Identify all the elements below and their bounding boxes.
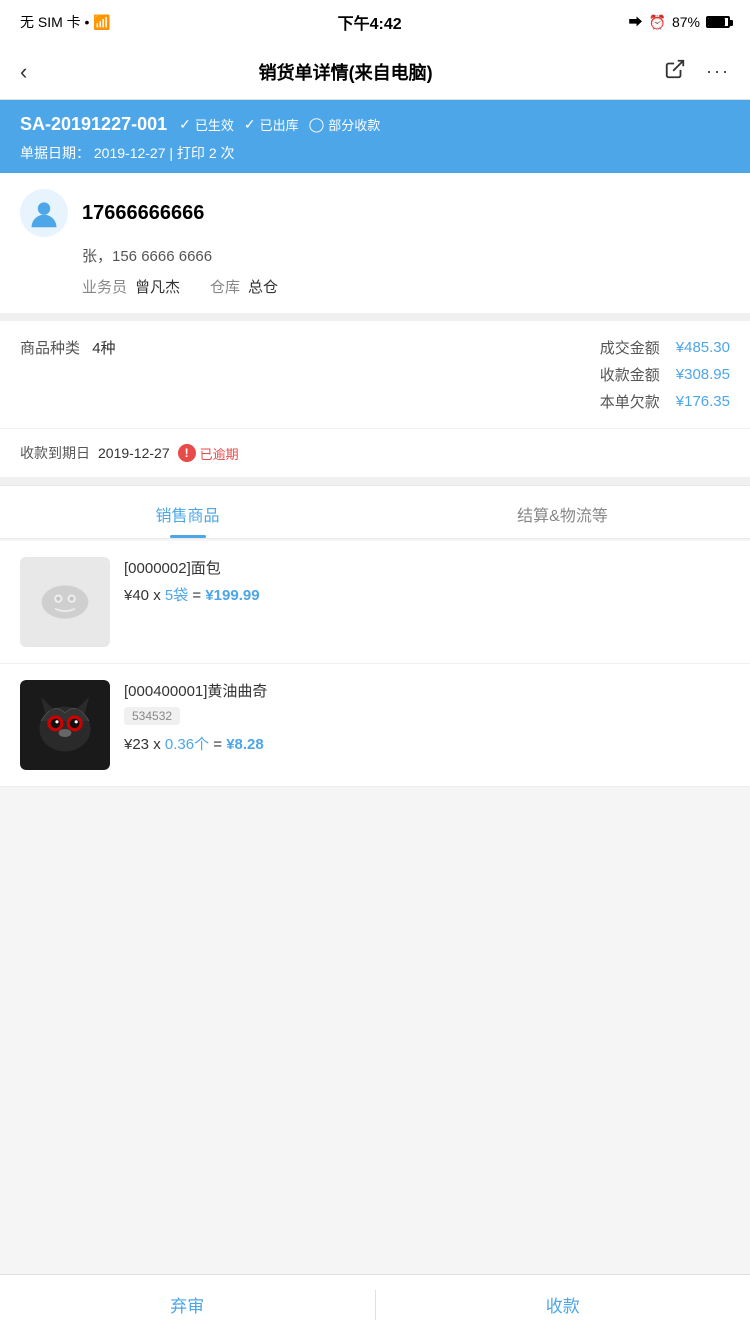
overdue-warning-icon: ! (178, 444, 196, 462)
product-thumb-2 (20, 680, 110, 770)
bottom-bar: 弃审 收款 (0, 1274, 750, 1334)
customer-section: 17666666666 张，156 6666 6666 业务员 曾凡杰 仓库 总… (0, 173, 750, 313)
status-time: 下午4:42 (338, 10, 402, 34)
alarm-icon: ⏰ (649, 14, 666, 31)
warehouse-info: 仓库 总仓 (210, 276, 278, 297)
due-date-section: 收款到期日 2019-12-27 ! 已逾期 (0, 428, 750, 477)
debt-row: 本单欠款 ¥176.35 (600, 391, 730, 412)
check-icon: ✓ (179, 116, 191, 133)
tabs-section: 销售商品 结算&物流等 (0, 485, 750, 539)
status-bar: 无 SIM 卡 • 📶 下午4:42 ⮕ ⏰ 87% (0, 0, 750, 44)
product-price-2: ¥23 x 0.36个 = ¥8.28 (124, 733, 730, 754)
order-header-banner: SA-20191227-001 ✓ 已生效 ✓ 已出库 ◯ 部分收款 单据日期：… (0, 100, 750, 173)
collect-payment-button[interactable]: 收款 (376, 1276, 750, 1333)
customer-meta: 业务员 曾凡杰 仓库 总仓 (82, 276, 730, 297)
battery-icon (706, 16, 730, 28)
cancel-review-button[interactable]: 弃审 (0, 1276, 375, 1333)
order-date: 单据日期： 2019-12-27 | 打印 2 次 (20, 143, 730, 163)
customer-detail: 张，156 6666 6666 (82, 245, 730, 266)
status-right: ⮕ ⏰ 87% (629, 12, 730, 32)
product-item-1: [0000002]面包 ¥40 x 5袋 = ¥199.99 (0, 541, 750, 664)
order-badges: ✓ 已生效 ✓ 已出库 ◯ 部分收款 (179, 115, 380, 134)
clock-icon: ◯ (309, 116, 325, 133)
section-divider-2 (0, 477, 750, 485)
tab-settlement[interactable]: 结算&物流等 (375, 486, 750, 538)
more-icon[interactable]: ··· (706, 61, 730, 82)
tab-sales-products[interactable]: 销售商品 (0, 486, 375, 538)
overdue-badge: ! 已逾期 (178, 444, 239, 463)
product-info-2: [000400001]黄油曲奇 534532 ¥23 x 0.36个 = ¥8.… (124, 680, 730, 754)
amount-row: 成交金额 ¥485.30 (600, 337, 730, 358)
badge-effective: ✓ 已生效 (179, 115, 234, 134)
battery-text: 87% (672, 14, 700, 30)
received-row: 收款金额 ¥308.95 (600, 364, 730, 385)
badge-partial-payment: ◯ 部分收款 (309, 115, 381, 134)
customer-avatar (20, 189, 68, 237)
salesman-info: 业务员 曾凡杰 (82, 276, 180, 297)
customer-phone: 17666666666 (82, 202, 204, 225)
product-name-2: [000400001]黄油曲奇 (124, 680, 730, 701)
product-sku-2: 534532 (124, 707, 180, 725)
section-divider-1 (0, 313, 750, 321)
nav-actions: ··· (664, 58, 730, 86)
product-name-1: [0000002]面包 (124, 557, 730, 578)
nav-bar: ‹ 销货单详情(来自电脑) ··· (0, 44, 750, 100)
location-icon: ⮕ (629, 12, 643, 32)
page-title: 销货单详情(来自电脑) (259, 59, 433, 85)
back-button[interactable]: ‹ (20, 59, 27, 85)
amount-stats: 成交金额 ¥485.30 收款金额 ¥308.95 本单欠款 ¥176.35 (600, 337, 730, 412)
order-id: SA-20191227-001 (20, 114, 167, 135)
status-left: 无 SIM 卡 • 📶 (20, 12, 111, 32)
stats-section: 商品种类 4种 成交金额 ¥485.30 收款金额 ¥308.95 本单欠款 ¥… (0, 321, 750, 428)
product-price-1: ¥40 x 5袋 = ¥199.99 (124, 584, 730, 605)
badge-shipped: ✓ 已出库 (244, 115, 299, 134)
product-thumb-1 (20, 557, 110, 647)
category-stats: 商品种类 4种 (20, 337, 116, 358)
product-item-2: [000400001]黄油曲奇 534532 ¥23 x 0.36个 = ¥8.… (0, 664, 750, 787)
check-icon-2: ✓ (244, 116, 256, 133)
share-icon[interactable] (664, 58, 686, 86)
product-info-1: [0000002]面包 ¥40 x 5袋 = ¥199.99 (124, 557, 730, 605)
product-list: [0000002]面包 ¥40 x 5袋 = ¥199.99 (0, 541, 750, 787)
